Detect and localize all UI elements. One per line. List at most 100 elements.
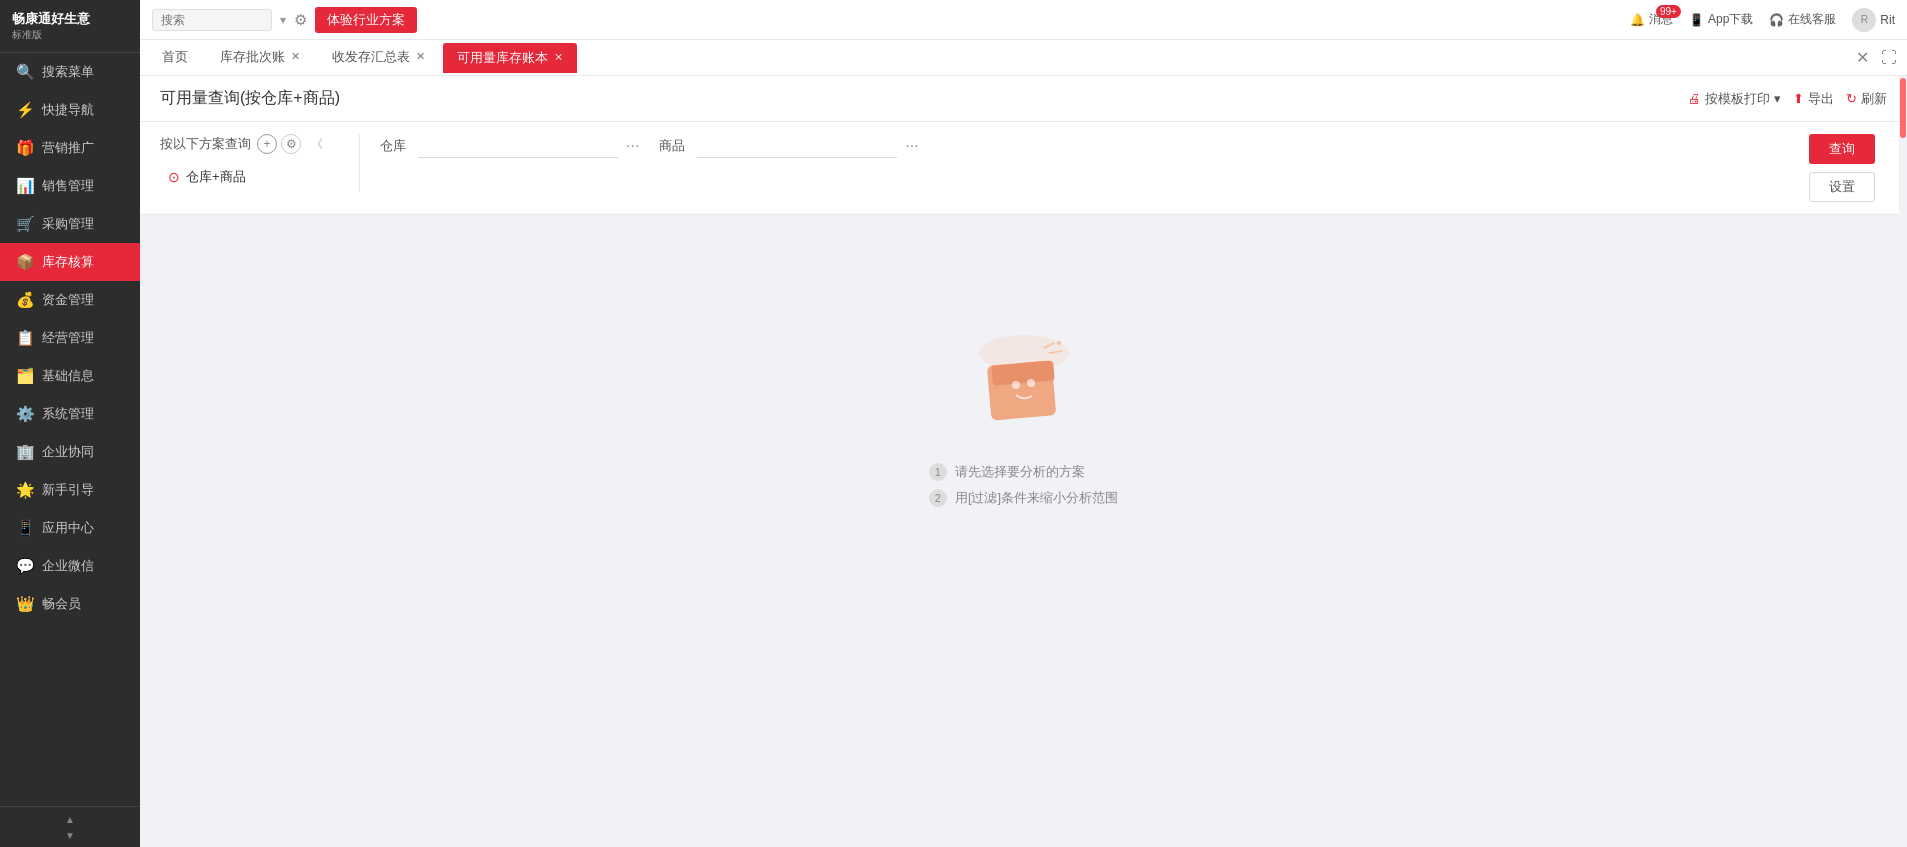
scheme-item-label: 仓库+商品 bbox=[186, 168, 246, 186]
page-content: 可用量查询(按仓库+商品) 🖨 按模板打印 ▾ ⬆ 导出 ↻ 刷新 bbox=[140, 76, 1907, 847]
sidebar-scroll-indicator: ▲ ▼ bbox=[0, 806, 140, 847]
headset-icon: 🎧 bbox=[1769, 13, 1784, 27]
sidebar-item-member[interactable]: 👑 畅会员 bbox=[0, 585, 140, 623]
svg-point-3 bbox=[1012, 381, 1020, 389]
collapse-icon[interactable]: 《 bbox=[311, 136, 323, 153]
industry-button[interactable]: 体验行业方案 bbox=[315, 7, 417, 33]
empty-svg bbox=[964, 323, 1084, 443]
tab-batch-close[interactable]: ✕ bbox=[291, 50, 300, 63]
goods-dots[interactable]: ··· bbox=[905, 137, 918, 155]
warehouse-label: 仓库 bbox=[380, 137, 410, 155]
page-header-actions: 🖨 按模板打印 ▾ ⬆ 导出 ↻ 刷新 bbox=[1688, 90, 1887, 108]
chevron-down-icon[interactable]: ▾ bbox=[280, 13, 286, 27]
tab-batch[interactable]: 库存批次账 ✕ bbox=[206, 42, 314, 74]
app-label: App下载 bbox=[1708, 11, 1753, 28]
sidebar-item-operation[interactable]: 📋 经营管理 bbox=[0, 319, 140, 357]
topbar-right: 🔔 消息 99+ 📱 App下载 🎧 在线客服 R Rit bbox=[1630, 8, 1895, 32]
goods-input[interactable] bbox=[697, 134, 897, 158]
building-icon: 🏢 bbox=[16, 443, 34, 461]
export-icon: ⬆ bbox=[1793, 91, 1804, 106]
hint-num-1: 1 bbox=[929, 463, 947, 481]
scheme-panel: 按以下方案查询 + ⚙ 《 ⊙ 仓库+商品 bbox=[160, 134, 360, 192]
manage-scheme-button[interactable]: ⚙ bbox=[281, 134, 301, 154]
search-input[interactable] bbox=[152, 9, 272, 31]
sidebar-item-sales[interactable]: 📊 销售管理 bbox=[0, 167, 140, 205]
clipboard-icon: 📋 bbox=[16, 329, 34, 347]
right-scrollbar[interactable] bbox=[1899, 76, 1907, 847]
sidebar-item-label: 经营管理 bbox=[42, 329, 94, 347]
tab-available[interactable]: 可用量库存账本 ✕ bbox=[443, 43, 577, 73]
goods-filter: 商品 ··· bbox=[659, 134, 918, 158]
service-label: 在线客服 bbox=[1788, 11, 1836, 28]
sidebar-item-marketing[interactable]: 🎁 营销推广 bbox=[0, 129, 140, 167]
sidebar-item-label: 应用中心 bbox=[42, 519, 94, 537]
app-download-button[interactable]: 📱 App下载 bbox=[1689, 11, 1753, 28]
crown-icon: 👑 bbox=[16, 595, 34, 613]
query-area: 按以下方案查询 + ⚙ 《 ⊙ 仓库+商品 仓库 bbox=[140, 122, 1907, 215]
folder-icon: 🗂️ bbox=[16, 367, 34, 385]
scroll-up-arrow[interactable]: ▲ bbox=[62, 811, 78, 827]
tabs-actions: ✕ ⛶ bbox=[1854, 46, 1899, 69]
goods-label: 商品 bbox=[659, 137, 689, 155]
sidebar-item-system[interactable]: ⚙️ 系统管理 bbox=[0, 395, 140, 433]
page-title: 可用量查询(按仓库+商品) bbox=[160, 88, 340, 109]
tab-maximize-button[interactable]: ⛶ bbox=[1879, 47, 1899, 69]
main-area: ▾ ⚙ 体验行业方案 🔔 消息 99+ 📱 App下载 🎧 在线客服 R Rit bbox=[140, 0, 1907, 847]
settings-button[interactable]: 设置 bbox=[1809, 172, 1875, 202]
warehouse-input[interactable] bbox=[418, 134, 618, 158]
sidebar-item-finance[interactable]: 💰 资金管理 bbox=[0, 281, 140, 319]
money-icon: 💰 bbox=[16, 291, 34, 309]
scheme-actions: + ⚙ bbox=[257, 134, 301, 154]
brand-sub: 标准版 bbox=[12, 28, 128, 42]
tab-available-close[interactable]: ✕ bbox=[554, 51, 563, 64]
sidebar-item-newbie[interactable]: 🌟 新手引导 bbox=[0, 471, 140, 509]
scheme-header: 按以下方案查询 + ⚙ 《 bbox=[160, 134, 347, 154]
svg-point-7 bbox=[1057, 341, 1061, 345]
sidebar-item-label: 销售管理 bbox=[42, 177, 94, 195]
topbar: ▾ ⚙ 体验行业方案 🔔 消息 99+ 📱 App下载 🎧 在线客服 R Rit bbox=[140, 0, 1907, 40]
sidebar-item-label: 基础信息 bbox=[42, 367, 94, 385]
scheme-item-warehouse-goods[interactable]: ⊙ 仓库+商品 bbox=[160, 162, 347, 192]
sidebar-item-label: 营销推广 bbox=[42, 139, 94, 157]
refresh-action[interactable]: ↻ 刷新 bbox=[1846, 90, 1887, 108]
tab-home[interactable]: 首页 bbox=[148, 42, 202, 74]
sidebar: 畅康通好生意 标准版 🔍 搜索菜单 ⚡ 快捷导航 🎁 营销推广 📊 销售管理 🛒… bbox=[0, 0, 140, 847]
box-icon: 📦 bbox=[16, 253, 34, 271]
add-scheme-button[interactable]: + bbox=[257, 134, 277, 154]
query-button[interactable]: 查询 bbox=[1809, 134, 1875, 164]
tab-close-button[interactable]: ✕ bbox=[1854, 46, 1871, 69]
warehouse-filter: 仓库 ··· bbox=[380, 134, 639, 158]
tabs-bar: 首页 库存批次账 ✕ 收发存汇总表 ✕ 可用量库存账本 ✕ ✕ ⛶ bbox=[140, 40, 1907, 76]
sidebar-item-basic[interactable]: 🗂️ 基础信息 bbox=[0, 357, 140, 395]
sidebar-item-inventory[interactable]: 📦 库存核算 bbox=[0, 243, 140, 281]
service-button[interactable]: 🎧 在线客服 bbox=[1769, 11, 1836, 28]
tab-home-label: 首页 bbox=[162, 48, 188, 66]
svg-point-4 bbox=[1027, 379, 1035, 387]
sidebar-item-wechat[interactable]: 💬 企业微信 bbox=[0, 547, 140, 585]
sidebar-item-purchase[interactable]: 🛒 采购管理 bbox=[0, 205, 140, 243]
flash-icon: ⚡ bbox=[16, 101, 34, 119]
user-menu[interactable]: R Rit bbox=[1852, 8, 1895, 32]
sidebar-item-label: 企业微信 bbox=[42, 557, 94, 575]
username: Rit bbox=[1880, 13, 1895, 27]
sidebar-item-enterprise[interactable]: 🏢 企业协同 bbox=[0, 433, 140, 471]
print-action[interactable]: 🖨 按模板打印 ▾ bbox=[1688, 90, 1781, 108]
tab-summary[interactable]: 收发存汇总表 ✕ bbox=[318, 42, 439, 74]
sidebar-item-appstore[interactable]: 📱 应用中心 bbox=[0, 509, 140, 547]
sidebar-item-search[interactable]: 🔍 搜索菜单 bbox=[0, 53, 140, 91]
tab-summary-close[interactable]: ✕ bbox=[416, 50, 425, 63]
hint-text-1: 请先选择要分析的方案 bbox=[955, 463, 1085, 481]
chat-icon: 💬 bbox=[16, 557, 34, 575]
avatar: R bbox=[1852, 8, 1876, 32]
sidebar-item-label: 采购管理 bbox=[42, 215, 94, 233]
export-action[interactable]: ⬆ 导出 bbox=[1793, 90, 1834, 108]
cart-icon: 🛒 bbox=[16, 215, 34, 233]
empty-hint-1: 1 请先选择要分析的方案 bbox=[929, 463, 1118, 481]
gear-icon: ⚙️ bbox=[16, 405, 34, 423]
refresh-icon: ↻ bbox=[1846, 91, 1857, 106]
scroll-down-arrow[interactable]: ▼ bbox=[62, 827, 78, 843]
warehouse-dots[interactable]: ··· bbox=[626, 137, 639, 155]
sidebar-item-shortcut[interactable]: ⚡ 快捷导航 bbox=[0, 91, 140, 129]
message-button[interactable]: 🔔 消息 99+ bbox=[1630, 11, 1673, 28]
settings-icon[interactable]: ⚙ bbox=[294, 11, 307, 29]
